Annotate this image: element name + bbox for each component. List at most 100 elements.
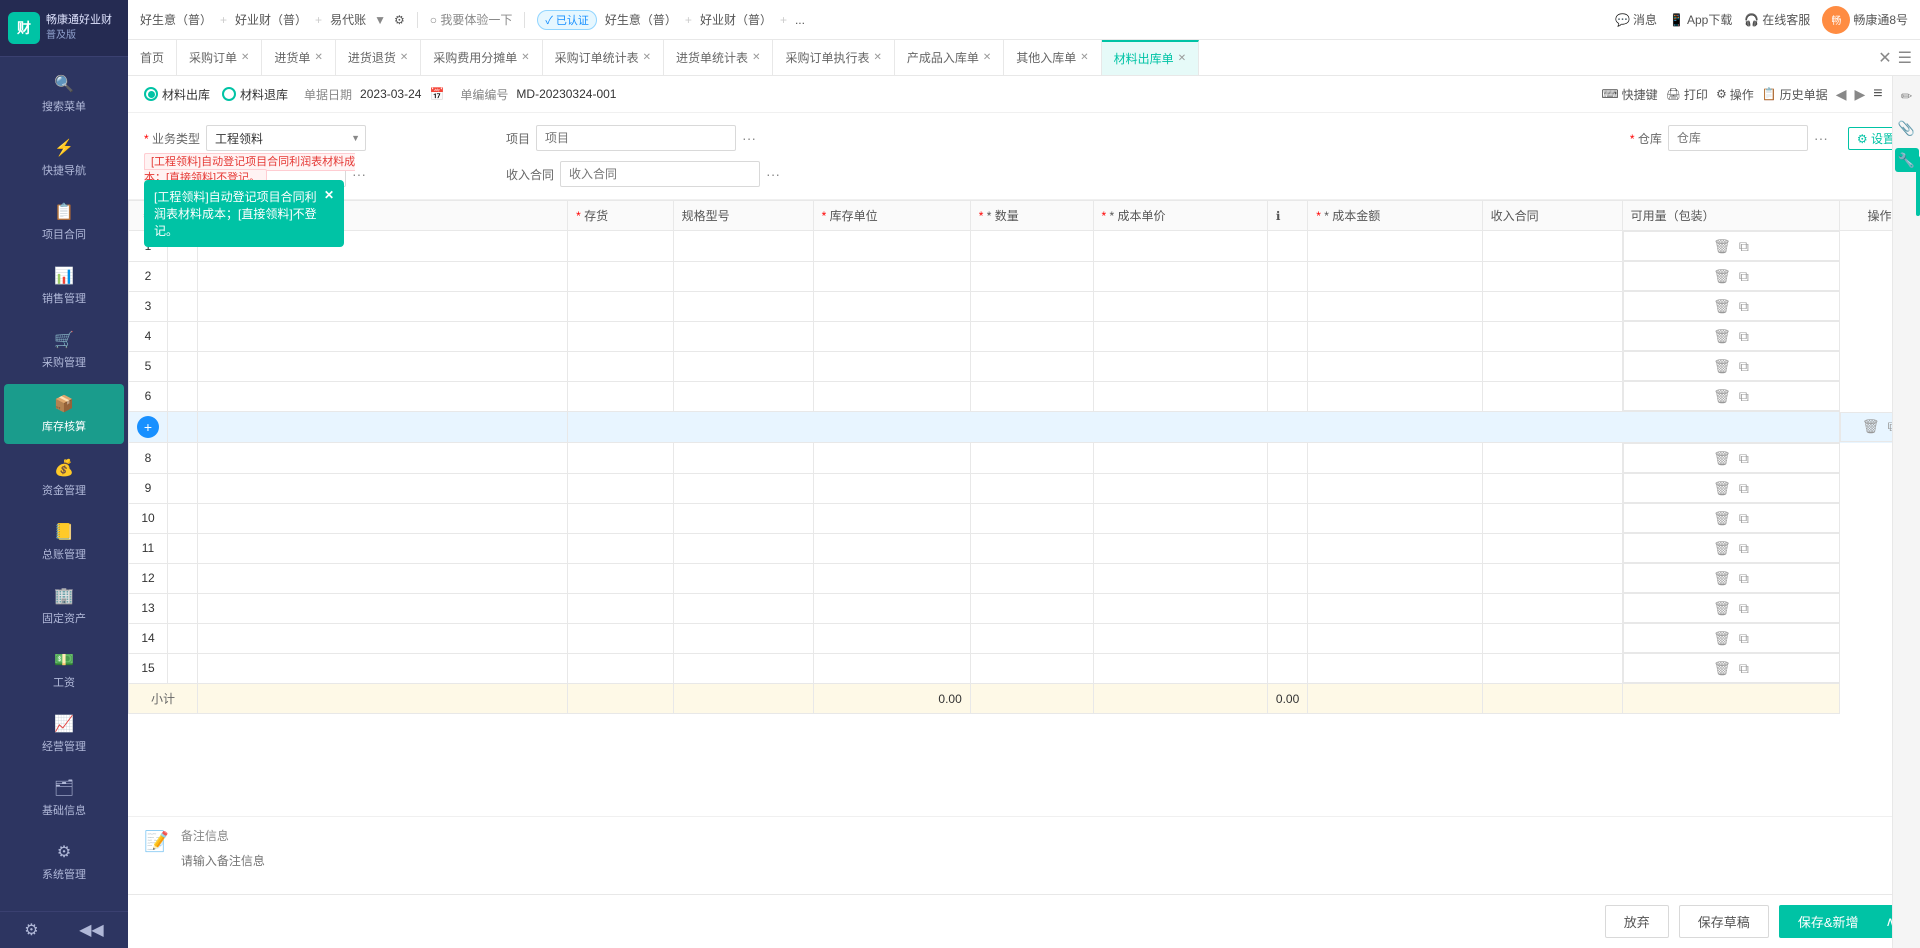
copy-row-button[interactable]: ⧉ — [1737, 568, 1751, 589]
tab-close-finished-goods[interactable]: ✕ — [983, 52, 991, 63]
sidebar-item-purchase[interactable]: 🛒 采购管理 — [4, 320, 124, 380]
cell-project[interactable] — [168, 533, 198, 563]
cell-item[interactable] — [198, 291, 568, 321]
nav-ydz[interactable]: 易代账 — [330, 11, 366, 28]
cell-project[interactable] — [168, 473, 198, 503]
right-panel-attach-button[interactable]: 📎 — [1895, 116, 1919, 140]
cell-available[interactable] — [1482, 261, 1622, 291]
cell-item[interactable] — [198, 443, 568, 474]
print-button[interactable]: 🖨 打印 — [1666, 86, 1708, 103]
new-row-spec-input-cell[interactable] — [198, 412, 568, 443]
tab-close-purchase-order[interactable]: ✕ — [241, 52, 249, 63]
tab-goods-in[interactable]: 进货单 ✕ — [262, 40, 335, 76]
cell-spec[interactable] — [568, 261, 674, 291]
sidebar-item-project[interactable]: 📋 项目合同 — [4, 192, 124, 252]
close-all-tabs-button[interactable]: ✕ — [1878, 48, 1891, 68]
cell-cost[interactable] — [970, 231, 1093, 262]
cell-item[interactable] — [198, 321, 568, 351]
cell-cost[interactable] — [970, 261, 1093, 291]
cell-spec[interactable] — [568, 291, 674, 321]
cell-cost-amount[interactable] — [1267, 503, 1307, 533]
cell-qty[interactable] — [813, 321, 970, 351]
sidebar-item-salary[interactable]: 💵 工资 — [4, 640, 124, 700]
delete-row-button[interactable]: 🗑 — [1711, 508, 1733, 529]
nav-hyc[interactable]: 好业财（普） — [235, 11, 307, 28]
tab-close-goods-return[interactable]: ✕ — [400, 52, 408, 63]
cell-unit[interactable] — [673, 351, 813, 381]
delete-row-button[interactable]: 🗑 — [1711, 266, 1733, 287]
tab-close-purchase-stat[interactable]: ✕ — [643, 52, 651, 63]
cell-income-contract[interactable] — [1308, 443, 1482, 474]
cell-available[interactable] — [1482, 351, 1622, 381]
cell-cost[interactable] — [970, 381, 1093, 412]
cell-available[interactable] — [1482, 623, 1622, 653]
cell-item[interactable] — [198, 381, 568, 412]
biz-type-input[interactable] — [206, 125, 366, 151]
copy-row-button[interactable]: ⧉ — [1737, 598, 1751, 619]
delete-row-button[interactable]: 🗑 — [1711, 658, 1733, 679]
cell-qty[interactable] — [813, 503, 970, 533]
cell-unit[interactable] — [673, 261, 813, 291]
cell-unit[interactable] — [673, 321, 813, 351]
cell-qty[interactable] — [813, 351, 970, 381]
abandon-button[interactable]: 放弃 — [1605, 905, 1669, 938]
cell-spec[interactable] — [568, 473, 674, 503]
save-new-button[interactable]: 保存&新增 — [1779, 905, 1878, 938]
cell-cost[interactable] — [970, 563, 1093, 593]
online-service-button[interactable]: 🎧 在线客服 — [1744, 11, 1810, 28]
tab-close-goods-in[interactable]: ✕ — [314, 52, 322, 63]
cell-cost-amount[interactable] — [1267, 351, 1307, 381]
cell-cost-amount[interactable] — [1267, 231, 1307, 262]
delete-row-button[interactable]: 🗑 — [1711, 538, 1733, 559]
cell-project[interactable] — [168, 321, 198, 351]
cell-available[interactable] — [1482, 563, 1622, 593]
tab-po-exec[interactable]: 采购订单执行表 ✕ — [773, 40, 894, 76]
cell-cost[interactable] — [970, 443, 1093, 474]
copy-row-button[interactable]: ⧉ — [1737, 296, 1751, 317]
cell-project[interactable] — [168, 443, 198, 474]
delete-row-button[interactable]: 🗑 — [1711, 326, 1733, 347]
cell-project[interactable] — [168, 503, 198, 533]
cell-unit[interactable] — [673, 231, 813, 262]
income-contract-input[interactable] — [560, 161, 760, 187]
cell-unit[interactable] — [673, 593, 813, 623]
cell-income-contract[interactable] — [1308, 473, 1482, 503]
tab-other-in[interactable]: 其他入库单 ✕ — [1004, 40, 1101, 76]
cell-cost-amount[interactable] — [1267, 623, 1307, 653]
settings-footer-button[interactable]: ⚙ — [24, 920, 38, 940]
cell-income-contract[interactable] — [1308, 563, 1482, 593]
view-mode-list-button[interactable]: ≡ — [1873, 85, 1882, 103]
cell-project[interactable] — [168, 261, 198, 291]
sidebar-item-fund[interactable]: 💰 资金管理 — [4, 448, 124, 508]
add-row-button[interactable]: + — [137, 416, 159, 438]
project-input[interactable] — [536, 125, 736, 151]
app-download-button[interactable]: 📱 App下载 — [1669, 11, 1732, 28]
cell-income-contract[interactable] — [1308, 321, 1482, 351]
tabs-menu-button[interactable]: ☰ — [1898, 48, 1912, 68]
cell-item[interactable] — [198, 653, 568, 684]
warehouse-more-button[interactable]: ··· — [1814, 130, 1828, 146]
copy-row-button[interactable]: ⧉ — [1737, 538, 1751, 559]
cell-cost[interactable] — [970, 321, 1093, 351]
cell-unit[interactable] — [673, 443, 813, 474]
cell-available[interactable] — [1482, 653, 1622, 684]
nav-more[interactable]: ... — [795, 13, 805, 27]
cell-cost-amount[interactable] — [1267, 381, 1307, 412]
cell-qty[interactable] — [813, 291, 970, 321]
cell-available[interactable] — [1482, 443, 1622, 474]
project-more-button[interactable]: ··· — [742, 130, 756, 146]
sidebar-item-sales[interactable]: 📊 销售管理 — [4, 256, 124, 316]
tab-close-other-in[interactable]: ✕ — [1080, 52, 1088, 63]
delete-row-button[interactable]: 🗑 — [1711, 628, 1733, 649]
cell-available[interactable] — [1482, 503, 1622, 533]
cell-qty[interactable] — [813, 261, 970, 291]
delete-row-button[interactable]: 🗑 — [1711, 356, 1733, 377]
delete-row-button[interactable]: 🗑 — [1711, 598, 1733, 619]
cell-cost[interactable] — [970, 351, 1093, 381]
cell-spec[interactable] — [568, 533, 674, 563]
sidebar-item-nav[interactable]: ⚡ 快捷导航 — [4, 128, 124, 188]
copy-row-button[interactable]: ⧉ — [1737, 236, 1751, 257]
nav-hsy[interactable]: 好生意（普） — [140, 11, 212, 28]
delete-row-button[interactable]: 🗑 — [1711, 386, 1733, 407]
sidebar-item-operation[interactable]: 📈 经营管理 — [4, 704, 124, 764]
